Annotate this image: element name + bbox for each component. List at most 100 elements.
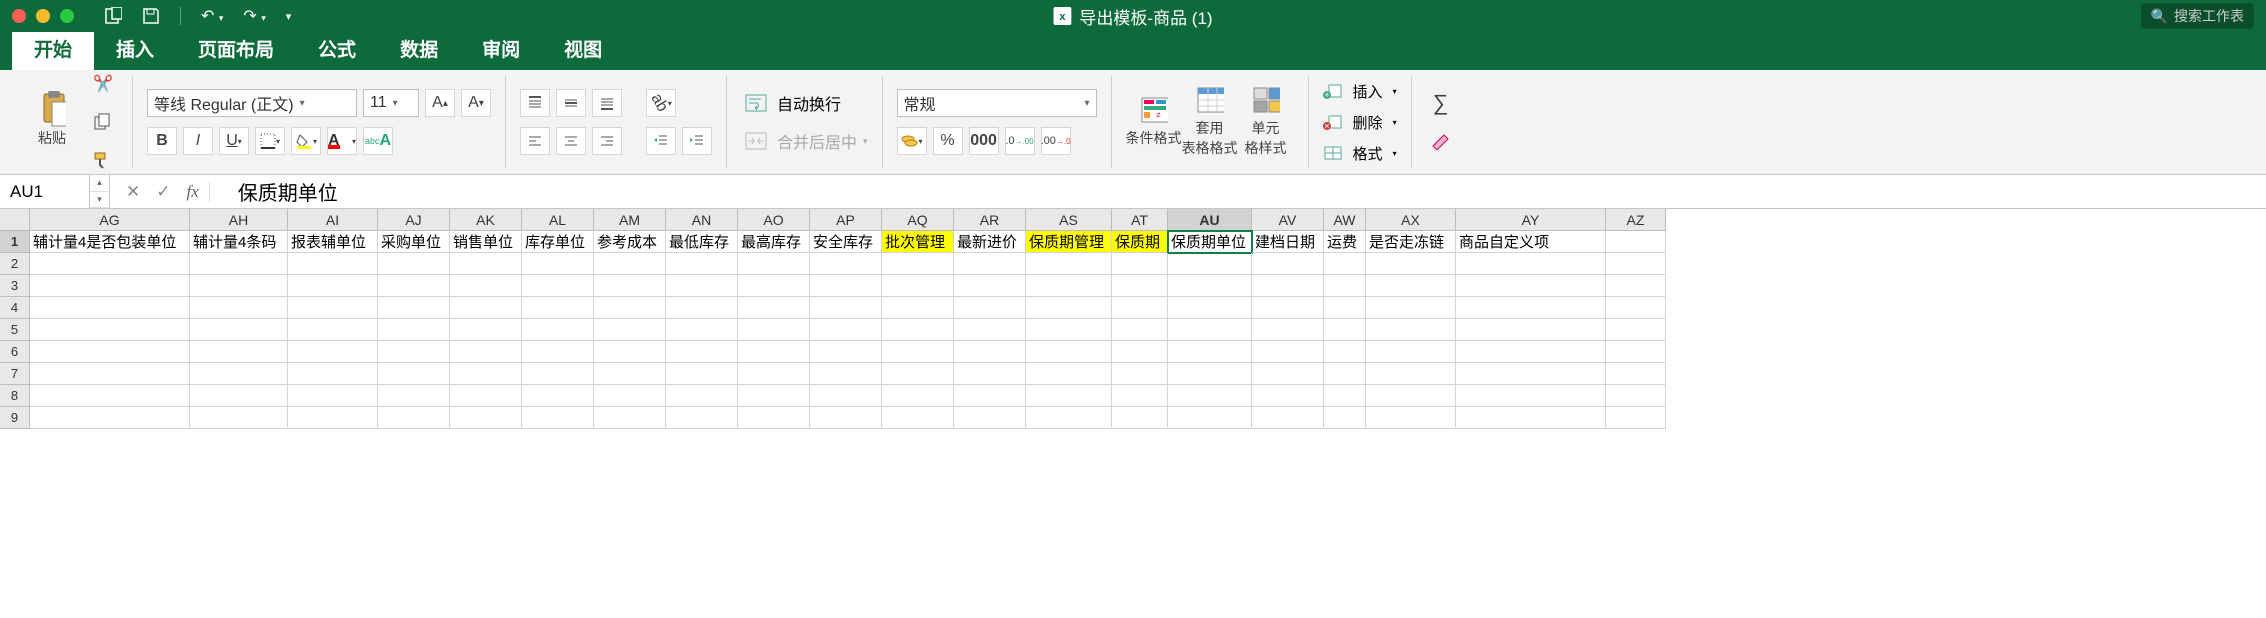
cell-AW8[interactable] <box>1324 385 1366 407</box>
cell-AT2[interactable] <box>1112 253 1168 275</box>
cell-AZ3[interactable] <box>1606 275 1666 297</box>
cell-AS9[interactable] <box>1026 407 1112 429</box>
cell-AT1[interactable]: 保质期 <box>1112 231 1168 253</box>
cell-AS1[interactable]: 保质期管理 <box>1026 231 1112 253</box>
col-header-AG[interactable]: AG <box>30 209 190 231</box>
cell-styles-button[interactable]: 单元 格样式 <box>1238 86 1294 158</box>
col-header-AU[interactable]: AU <box>1168 209 1252 231</box>
cell-AR6[interactable] <box>954 341 1026 363</box>
cell-AY3[interactable] <box>1456 275 1606 297</box>
cell-AG7[interactable] <box>30 363 190 385</box>
cell-AX9[interactable] <box>1366 407 1456 429</box>
cell-AN1[interactable]: 最低库存 <box>666 231 738 253</box>
cell-AM3[interactable] <box>594 275 666 297</box>
tab-1[interactable]: 插入 <box>94 27 176 70</box>
fill-color-button[interactable]: ▾ <box>291 127 321 155</box>
cell-AP7[interactable] <box>810 363 882 385</box>
cell-AJ5[interactable] <box>378 319 450 341</box>
cell-AO8[interactable] <box>738 385 810 407</box>
cell-AO2[interactable] <box>738 253 810 275</box>
align-bottom-icon[interactable] <box>592 89 622 117</box>
decrease-indent-icon[interactable] <box>646 127 676 155</box>
col-header-AO[interactable]: AO <box>738 209 810 231</box>
col-header-AQ[interactable]: AQ <box>882 209 954 231</box>
format-as-table-button[interactable]: 套用 表格格式 <box>1182 86 1238 158</box>
cell-AI1[interactable]: 报表辅单位 <box>288 231 378 253</box>
cell-AP5[interactable] <box>810 319 882 341</box>
cell-AN2[interactable] <box>666 253 738 275</box>
cell-AO1[interactable]: 最高库存 <box>738 231 810 253</box>
cell-AH7[interactable] <box>190 363 288 385</box>
cell-AY5[interactable] <box>1456 319 1606 341</box>
cell-AG2[interactable] <box>30 253 190 275</box>
cell-AY7[interactable] <box>1456 363 1606 385</box>
cell-AH4[interactable] <box>190 297 288 319</box>
cell-AT3[interactable] <box>1112 275 1168 297</box>
cell-AZ5[interactable] <box>1606 319 1666 341</box>
cell-AU5[interactable] <box>1168 319 1252 341</box>
cell-AN3[interactable] <box>666 275 738 297</box>
cell-AM9[interactable] <box>594 407 666 429</box>
delete-cells-button[interactable]: ×删除▾ <box>1323 112 1397 133</box>
tab-4[interactable]: 数据 <box>378 27 460 70</box>
row-header-6[interactable]: 6 <box>0 341 30 363</box>
name-box-stepper[interactable]: ▴▾ <box>90 175 110 208</box>
align-middle-icon[interactable] <box>556 89 586 117</box>
cell-AW2[interactable] <box>1324 253 1366 275</box>
tab-5[interactable]: 审阅 <box>460 27 542 70</box>
tab-6[interactable]: 视图 <box>542 27 624 70</box>
cell-AJ1[interactable]: 采购单位 <box>378 231 450 253</box>
cell-AI3[interactable] <box>288 275 378 297</box>
row-header-5[interactable]: 5 <box>0 319 30 341</box>
cut-icon[interactable]: ✂️ <box>88 70 118 98</box>
cell-AT7[interactable] <box>1112 363 1168 385</box>
minimize-window-button[interactable] <box>36 9 50 23</box>
cell-AG6[interactable] <box>30 341 190 363</box>
cell-AP8[interactable] <box>810 385 882 407</box>
cell-AZ4[interactable] <box>1606 297 1666 319</box>
search-workbook[interactable]: 🔍 搜索工作表 <box>2141 3 2254 29</box>
number-format-select[interactable]: 常规▾ <box>897 89 1097 117</box>
spreadsheet-grid[interactable]: AGAHAIAJAKALAMANAOAPAQARASATAUAVAWAXAYAZ… <box>0 209 2266 429</box>
cell-AZ7[interactable] <box>1606 363 1666 385</box>
cell-AV5[interactable] <box>1252 319 1324 341</box>
font-size-select[interactable]: 11▾ <box>363 89 419 117</box>
cell-AN7[interactable] <box>666 363 738 385</box>
insert-cells-button[interactable]: +插入▾ <box>1323 81 1397 102</box>
cell-AR4[interactable] <box>954 297 1026 319</box>
cell-AK5[interactable] <box>450 319 522 341</box>
cell-AS7[interactable] <box>1026 363 1112 385</box>
name-box[interactable]: AU1 <box>0 175 90 208</box>
conditional-format-button[interactable]: ≠ 条件格式 <box>1126 96 1182 148</box>
cell-AP6[interactable] <box>810 341 882 363</box>
cell-AR5[interactable] <box>954 319 1026 341</box>
cell-AM5[interactable] <box>594 319 666 341</box>
cell-AW3[interactable] <box>1324 275 1366 297</box>
cell-AQ5[interactable] <box>882 319 954 341</box>
col-header-AY[interactable]: AY <box>1456 209 1606 231</box>
cell-AH8[interactable] <box>190 385 288 407</box>
bold-button[interactable]: B <box>147 127 177 155</box>
cell-AV6[interactable] <box>1252 341 1324 363</box>
align-left-icon[interactable] <box>520 127 550 155</box>
select-all-corner[interactable] <box>0 209 30 231</box>
tab-2[interactable]: 页面布局 <box>176 27 296 70</box>
row-header-2[interactable]: 2 <box>0 253 30 275</box>
col-header-AH[interactable]: AH <box>190 209 288 231</box>
cell-AQ9[interactable] <box>882 407 954 429</box>
cell-AZ1[interactable] <box>1606 231 1666 253</box>
cell-AZ8[interactable] <box>1606 385 1666 407</box>
row-header-1[interactable]: 1 <box>0 231 30 253</box>
italic-button[interactable]: I <box>183 127 213 155</box>
cell-AX7[interactable] <box>1366 363 1456 385</box>
cell-AW5[interactable] <box>1324 319 1366 341</box>
col-header-AW[interactable]: AW <box>1324 209 1366 231</box>
cell-AV7[interactable] <box>1252 363 1324 385</box>
cell-AR3[interactable] <box>954 275 1026 297</box>
save-as-icon[interactable] <box>104 7 122 25</box>
cell-AX2[interactable] <box>1366 253 1456 275</box>
cell-AY8[interactable] <box>1456 385 1606 407</box>
cell-AO9[interactable] <box>738 407 810 429</box>
cell-AX8[interactable] <box>1366 385 1456 407</box>
save-icon[interactable] <box>142 7 160 25</box>
